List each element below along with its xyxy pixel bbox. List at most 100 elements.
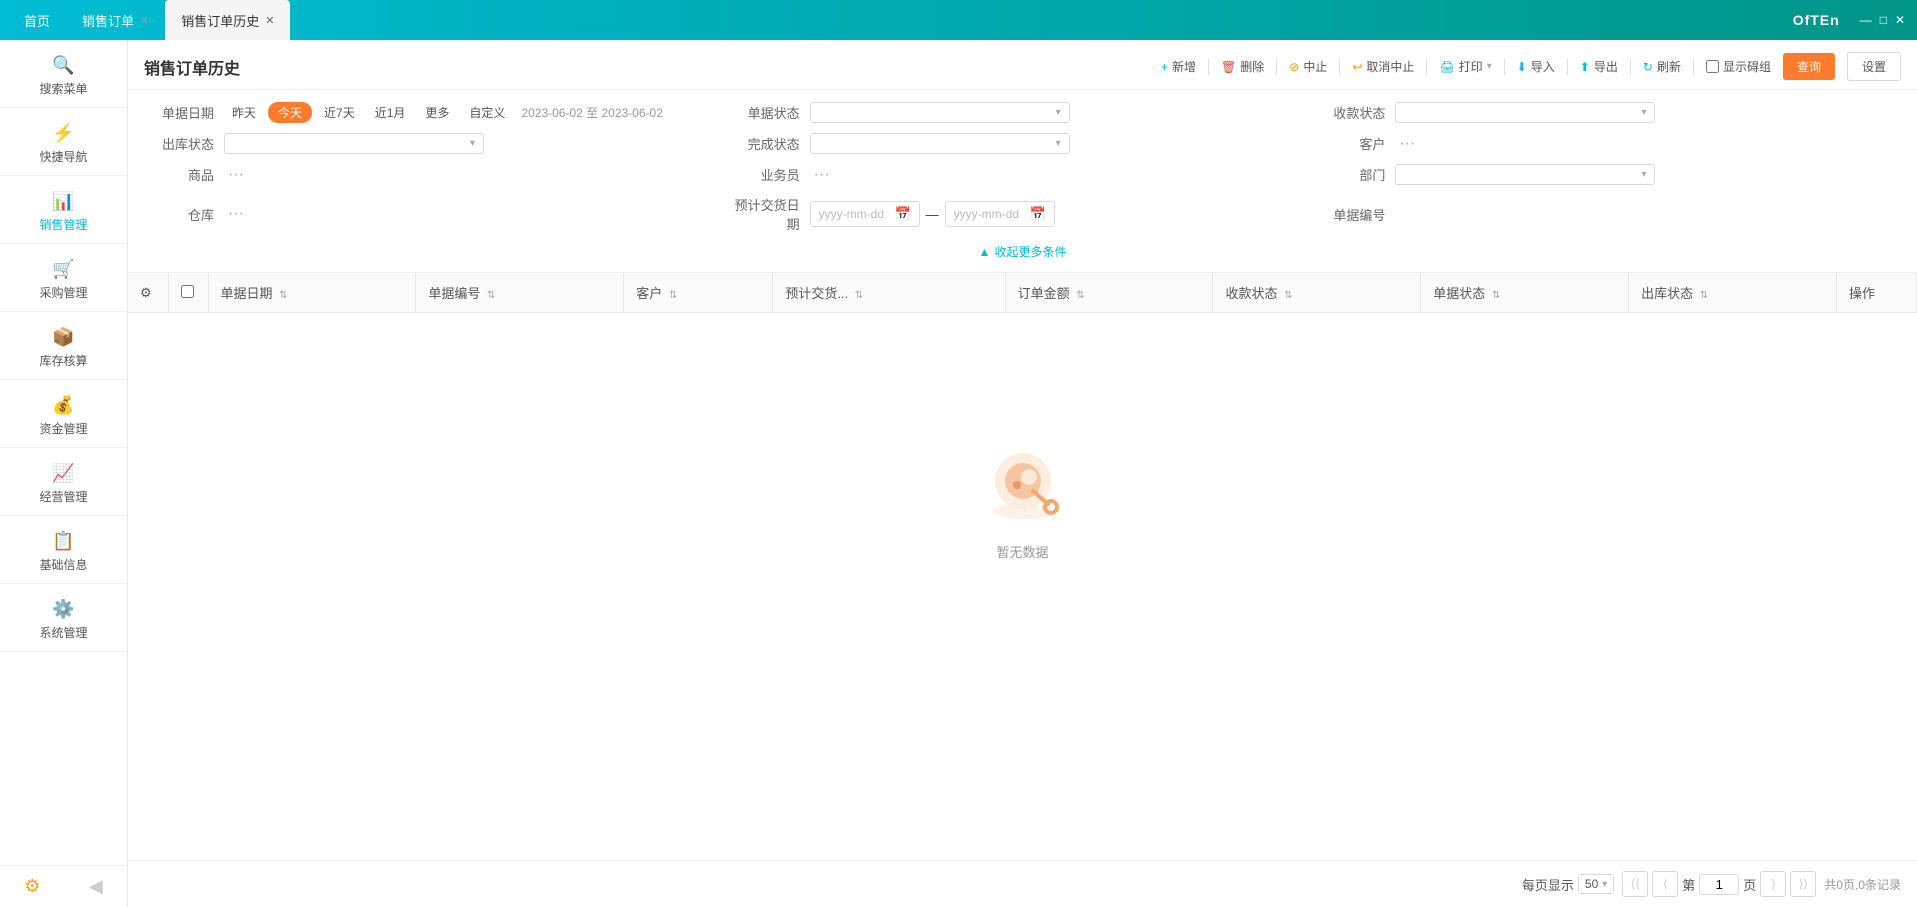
salesrep-control[interactable]: ··· (810, 166, 1316, 184)
pagination-bar: 每页显示 50 ▾ ⟨⟨ ⟨ 第 1 页 ⟩ ⟩⟩ 共0页,0条记录 (128, 860, 1917, 907)
last-page-btn[interactable]: ⟩⟩ (1790, 871, 1816, 897)
shortcut-1month[interactable]: 近1月 (367, 102, 414, 123)
export-label: 导出 (1594, 58, 1618, 75)
sidebar-item-search-menu[interactable]: 🔍 搜索菜单 (0, 40, 127, 108)
payment-status-select[interactable]: ▾ (1395, 102, 1655, 123)
empty-state: 暂无数据 (128, 313, 1917, 693)
outbound-control[interactable]: ▾ (224, 133, 730, 154)
department-control[interactable]: ▾ (1395, 164, 1901, 185)
shortcut-today[interactable]: 今天 (268, 102, 312, 123)
completion-select[interactable]: ▾ (810, 133, 1070, 154)
print-button[interactable]: 🖨 打印 ▾ (1439, 58, 1491, 75)
sidebar-item-basic-info[interactable]: 📋 基础信息 (0, 516, 127, 584)
order-status-select[interactable]: ▾ (810, 102, 1070, 123)
next-page-btn[interactable]: ⟩ (1760, 871, 1786, 897)
department-select[interactable]: ▾ (1395, 164, 1655, 185)
sidebar-item-operations[interactable]: 📈 经营管理 (0, 448, 127, 516)
outbound-label: 出库状态 (144, 134, 224, 153)
export-button[interactable]: ⬆ 导出 (1580, 58, 1618, 75)
settings-gear-icon[interactable]: ⚙ (140, 285, 152, 300)
shortcut-more[interactable]: 更多 (417, 102, 457, 123)
display-checkbox[interactable] (1706, 60, 1719, 73)
select-all-checkbox[interactable] (181, 285, 194, 298)
stop-label: 中止 (1303, 58, 1327, 75)
sort-order-no-icon: ⇅ (487, 290, 495, 301)
sidebar-item-purchase[interactable]: 🛒 采购管理 (0, 244, 127, 312)
th-settings[interactable]: ⚙ (128, 273, 168, 313)
sales-icon: 📊 (53, 190, 75, 212)
sidebar-item-finance-label: 资金管理 (39, 420, 87, 437)
tab-sales-order[interactable]: 销售订单 ✕ (66, 0, 165, 40)
th-amount[interactable]: 订单金额 ⇅ (1005, 273, 1213, 313)
prev-page-btn[interactable]: ⟨ (1652, 871, 1678, 897)
sidebar-settings-icon[interactable]: ⚙ (24, 876, 40, 897)
th-date[interactable]: 单据日期 ⇅ (208, 273, 416, 313)
product-control[interactable]: ··· (224, 166, 730, 184)
th-expected-date[interactable]: 预计交货... ⇅ (773, 273, 1005, 313)
outbound-select[interactable]: ▾ (224, 133, 484, 154)
delete-button[interactable]: 🗑 删除 (1221, 58, 1264, 75)
th-checkbox[interactable] (168, 273, 208, 313)
th-customer[interactable]: 客户 ⇅ (624, 273, 773, 313)
window-minimize[interactable]: — (1860, 13, 1872, 27)
completion-control[interactable]: ▾ (810, 133, 1316, 154)
import-button[interactable]: ⬇ 导入 (1517, 58, 1555, 75)
salesrep-more[interactable]: ··· (810, 166, 834, 184)
first-page-btn[interactable]: ⟨⟨ (1622, 871, 1648, 897)
stop-button[interactable]: ⊘ 中止 (1289, 58, 1327, 75)
new-button[interactable]: + 新增 (1161, 58, 1196, 75)
payment-status-control[interactable]: ▾ (1395, 102, 1901, 123)
page-content: 销售订单历史 + 新增 🗑 删除 ⊘ 中止 (128, 40, 1917, 907)
tab-home[interactable]: 首页 (8, 0, 66, 40)
expected-date-to[interactable]: yyyy-mm-dd 📅 (945, 201, 1055, 227)
sidebar-item-system[interactable]: ⚙️ 系统管理 (0, 584, 127, 652)
filter-area: 单据日期 昨天 今天 近7天 近1月 更多 自定义 2023-06-02 至 2… (128, 90, 1917, 273)
th-order-no[interactable]: 单据编号 ⇅ (416, 273, 624, 313)
sidebar-item-inventory[interactable]: 📦 库存核算 (0, 312, 127, 380)
date-control: 昨天 今天 近7天 近1月 更多 自定义 2023-06-02 至 2023-0… (224, 102, 730, 123)
page-label-after: 页 (1743, 875, 1756, 894)
shortcut-7days[interactable]: 近7天 (316, 102, 363, 123)
shortcut-custom[interactable]: 自定义 (461, 102, 513, 123)
refresh-button[interactable]: ↻ 刷新 (1643, 58, 1681, 75)
warehouse-control[interactable]: ··· (224, 205, 730, 223)
top-bar-right: OfTEn — □ ✕ (1781, 12, 1917, 28)
customer-label: 客户 (1315, 134, 1395, 153)
brand-text: OfTEn (1781, 12, 1852, 28)
filter-row-1: 单据日期 昨天 今天 近7天 近1月 更多 自定义 2023-06-02 至 2… (144, 102, 1901, 123)
per-page-box[interactable]: 50 ▾ (1578, 874, 1614, 894)
window-close[interactable]: ✕ (1895, 13, 1905, 27)
sidebar-item-quick-nav[interactable]: ⚡ 快捷导航 (0, 108, 127, 176)
th-payment-status-label: 收款状态 (1225, 286, 1277, 301)
sidebar-item-sales[interactable]: 📊 销售管理 (0, 176, 127, 244)
shortcut-yesterday[interactable]: 昨天 (224, 102, 264, 123)
customer-control[interactable]: ··· (1395, 135, 1901, 153)
expected-date-from[interactable]: yyyy-mm-dd 📅 (810, 201, 920, 227)
cancel-stop-button[interactable]: ↩ 取消中止 (1352, 58, 1414, 75)
query-label: 查询 (1797, 60, 1821, 74)
settings-label: 设置 (1862, 60, 1886, 74)
settings-button[interactable]: 设置 (1847, 52, 1901, 81)
display-toggle[interactable]: 显示碍组 (1706, 58, 1771, 75)
product-more[interactable]: ··· (224, 166, 248, 184)
page-input[interactable]: 1 (1699, 874, 1739, 895)
payment-status-label: 收款状态 (1315, 103, 1395, 122)
tab-sales-order-history-close[interactable]: ✕ (265, 14, 274, 27)
th-order-status[interactable]: 单据状态 ⇅ (1421, 273, 1629, 313)
sidebar-collapse-icon[interactable]: ◀ (89, 876, 103, 897)
customer-more[interactable]: ··· (1395, 135, 1419, 153)
query-button[interactable]: 查询 (1783, 53, 1835, 80)
th-payment-status[interactable]: 收款状态 ⇅ (1213, 273, 1421, 313)
tab-sales-order-history[interactable]: 销售订单历史 ✕ (165, 0, 290, 40)
sort-expected-date-icon: ⇅ (855, 290, 863, 301)
collapse-filter[interactable]: ▲ 收起更多条件 (144, 243, 1901, 260)
date-shortcuts: 昨天 今天 近7天 近1月 更多 自定义 (224, 102, 513, 123)
order-status-control[interactable]: ▾ (810, 102, 1316, 123)
tab-sales-order-close[interactable]: ✕ (140, 14, 149, 27)
th-outbound-status[interactable]: 出库状态 ⇅ (1629, 273, 1837, 313)
sidebar-item-finance[interactable]: 💰 资金管理 (0, 380, 127, 448)
warehouse-more[interactable]: ··· (224, 205, 248, 223)
per-page-label: 每页显示 (1522, 875, 1574, 894)
divider-1 (1208, 59, 1209, 75)
window-maximize[interactable]: □ (1880, 13, 1887, 27)
